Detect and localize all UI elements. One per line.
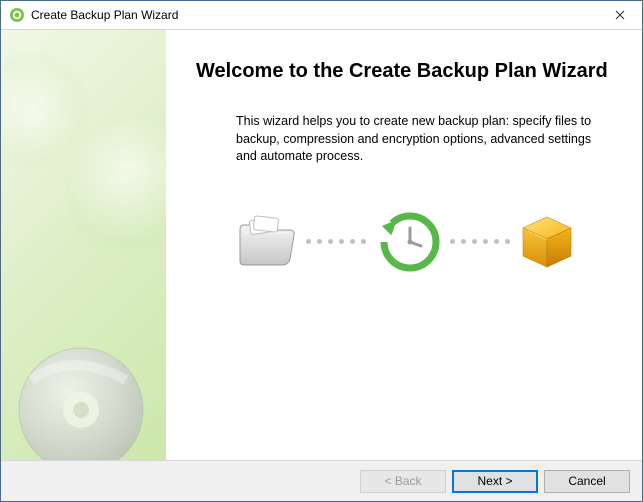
close-icon [615,10,625,20]
connector-dots [306,239,366,244]
history-clock-icon [372,206,444,278]
title-bar: Create Backup Plan Wizard [1,1,642,30]
connector-dots [450,239,510,244]
close-button[interactable] [598,1,642,29]
page-description: This wizard helps you to create new back… [236,113,596,166]
folder-icon [230,207,300,277]
wizard-body: Welcome to the Create Backup Plan Wizard… [1,30,642,460]
cancel-button[interactable]: Cancel [544,470,630,493]
next-button[interactable]: Next > [452,470,538,493]
disc-icon [11,340,151,460]
page-heading: Welcome to the Create Backup Plan Wizard [196,60,612,83]
window-title: Create Backup Plan Wizard [31,8,178,22]
steps-illustration [196,206,612,278]
wizard-footer: < Back Next > Cancel [1,460,642,501]
back-button: < Back [360,470,446,493]
wizard-window: Create Backup Plan Wizard [0,0,643,502]
sidebar-art [1,30,166,460]
wizard-main: Welcome to the Create Backup Plan Wizard… [166,30,642,460]
app-icon [9,7,25,23]
package-cube-icon [516,211,578,273]
